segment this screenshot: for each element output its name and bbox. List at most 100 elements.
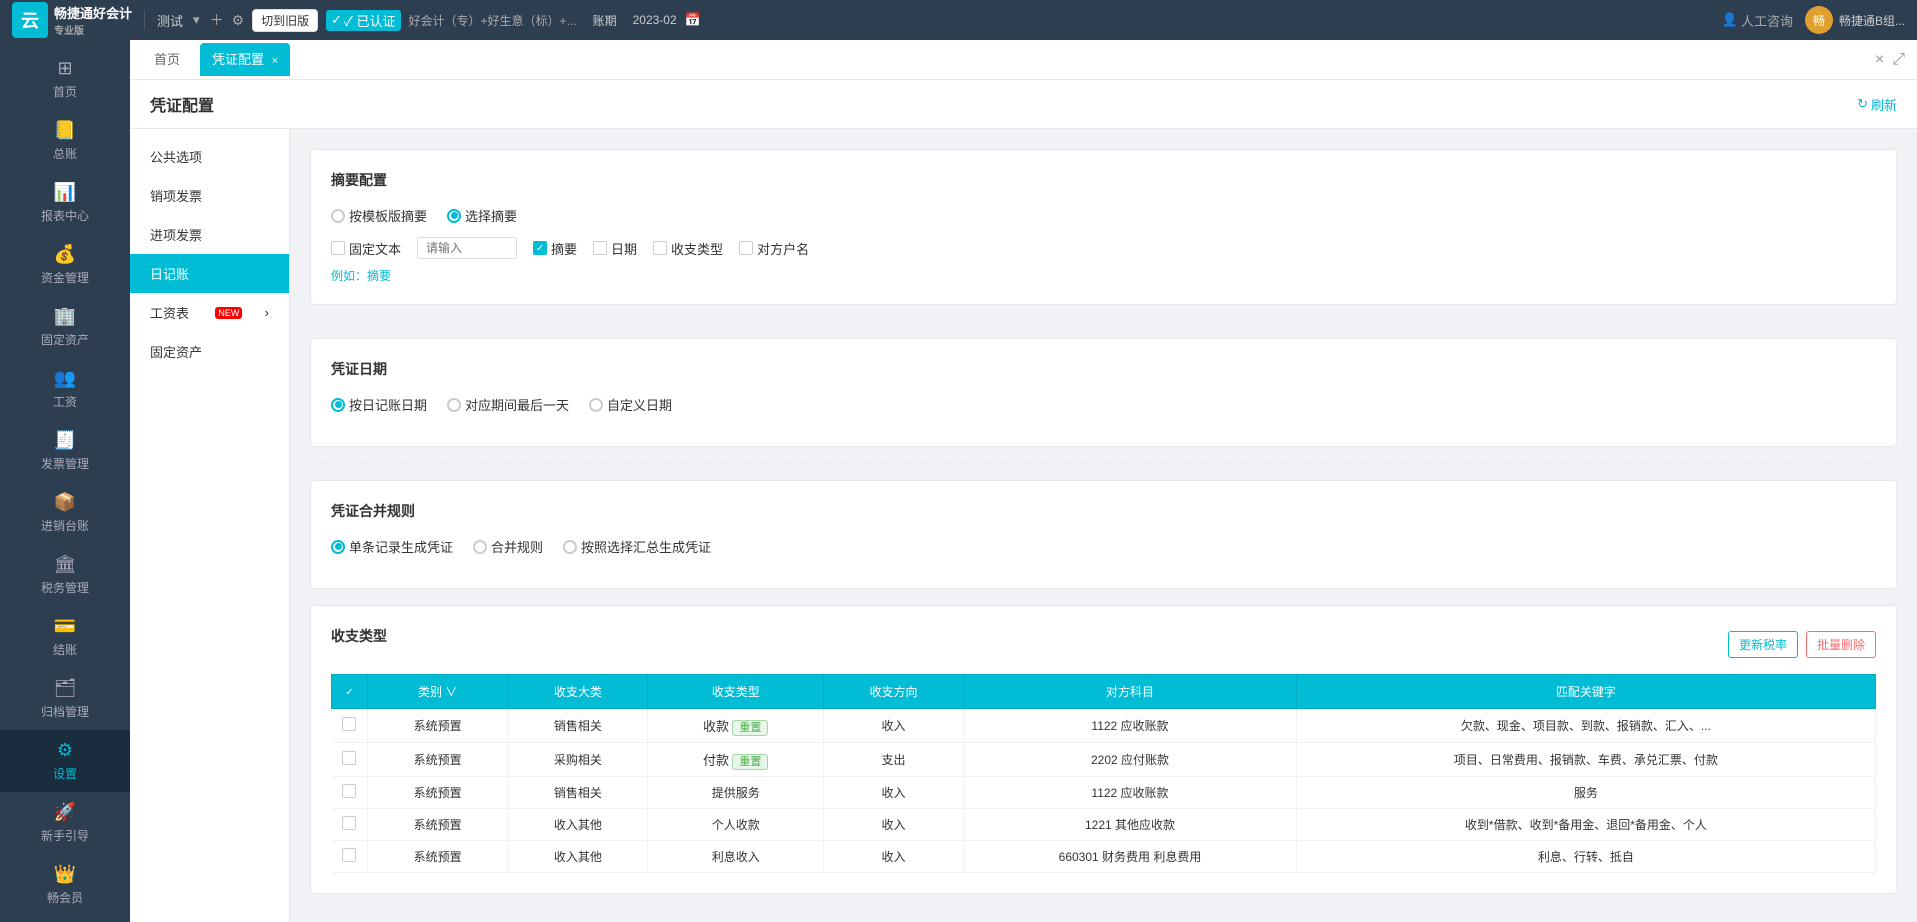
sidebar-item-member[interactable]: 👑 畅会员 xyxy=(0,854,130,916)
salary-icon: 👥 xyxy=(54,368,76,389)
customer-service-button[interactable]: 👤 人工咨询 xyxy=(1722,11,1793,30)
sidebar-item-fixed-assets[interactable]: 🏢 固定资产 xyxy=(0,296,130,358)
row4-category: 系统预置 xyxy=(368,809,508,841)
sidebar-item-settings[interactable]: ⚙ 设置 xyxy=(0,730,130,792)
sidebar-label-salary: 工资 xyxy=(53,393,77,410)
row2-subject: 2202 应付账款 xyxy=(964,743,1297,777)
checkbox-date[interactable]: 日期 xyxy=(593,239,637,258)
voucher-merge-radio-group: 单条记录生成凭证 合并规则 按照选择汇总生成凭证 xyxy=(331,537,1876,556)
sidebar-label-invoice-mgmt: 发票管理 xyxy=(41,455,89,472)
checkbox-summary[interactable]: ✓ 摘要 xyxy=(533,239,577,258)
radio-single[interactable]: 单条记录生成凭证 xyxy=(331,537,453,556)
reset-tag-row1[interactable]: 重置 xyxy=(732,720,768,736)
sidebar-item-home[interactable]: ⊞ 首页 xyxy=(0,48,130,110)
summary-radio-group: 按模板版摘要 选择摘要 xyxy=(331,206,1876,225)
checkbox-box-counterpart xyxy=(739,241,753,255)
radio-custom-date[interactable]: 自定义日期 xyxy=(589,395,672,414)
dropdown-arrow-icon[interactable]: ▾ xyxy=(193,12,200,28)
calendar-icon[interactable]: 📅 xyxy=(685,12,701,28)
switch-version-button[interactable]: 切到旧版 xyxy=(252,9,318,32)
radio-journal-date[interactable]: 按日记账日期 xyxy=(331,395,427,414)
batch-delete-button[interactable]: 批量删除 xyxy=(1806,631,1876,658)
sidebar-item-ledger[interactable]: 📒 总账 xyxy=(0,110,130,172)
gear-icon[interactable]: ⚙ xyxy=(232,12,245,29)
row2-main-type: 采购相关 xyxy=(508,743,648,777)
new-badge: NEW xyxy=(215,307,242,319)
row2-keywords: 项目、日常费用、报销款、车费、承兑汇票、付款 xyxy=(1296,743,1875,777)
avatar: 畅 xyxy=(1805,6,1833,34)
sidebar-item-salary[interactable]: 👥 工资 xyxy=(0,358,130,420)
tab-bar: 首页 凭证配置 × × ⤢ xyxy=(130,40,1917,80)
left-nav-journal[interactable]: 日记账 xyxy=(130,254,289,293)
sidebar-item-archive[interactable]: 🗂 归档管理 xyxy=(0,668,130,730)
fixed-text-input[interactable] xyxy=(417,237,517,259)
sidebar-item-settlement[interactable]: 💳 结账 xyxy=(0,606,130,668)
period-value[interactable]: 2023-02 xyxy=(633,13,677,27)
row1-keywords: 欠款、现金、项目款、到款、报销款、汇入、... xyxy=(1296,709,1875,743)
fixed-assets-icon: 🏢 xyxy=(54,306,76,327)
left-nav-purchase-invoice[interactable]: 进项发票 xyxy=(130,215,289,254)
current-company[interactable]: 测试 xyxy=(157,11,183,30)
sidebar-item-invoice-mgmt[interactable]: 🧾 发票管理 xyxy=(0,420,130,482)
checkbox-counterpart[interactable]: 对方户名 xyxy=(739,239,809,258)
checkbox-label-counterpart: 对方户名 xyxy=(757,239,809,258)
row5-sub-type: 利息收入 xyxy=(648,841,823,873)
sidebar-item-reports[interactable]: 📊 报表中心 xyxy=(0,172,130,234)
row5-subject: 660301 财务费用 利息费用 xyxy=(964,841,1297,873)
invoice-mgmt-icon: 🧾 xyxy=(54,430,76,451)
row4-keywords: 收到*借款、收到*备用金、退回*备用金、个人 xyxy=(1296,809,1875,841)
row4-checkbox[interactable] xyxy=(332,809,368,841)
header-checkbox[interactable]: ✓ xyxy=(343,685,357,699)
radio-select-merge[interactable]: 按照选择汇总生成凭证 xyxy=(563,537,711,556)
row3-checkbox[interactable] xyxy=(332,777,368,809)
sidebar-label-purchase-sales: 进销台账 xyxy=(41,517,89,534)
home-icon: ⊞ xyxy=(57,58,72,79)
left-nav-fixed-assets[interactable]: 固定资产 xyxy=(130,332,289,371)
checkbox-fixed-text[interactable]: 固定文本 xyxy=(331,239,401,258)
tab-close-icon[interactable]: × xyxy=(272,55,278,67)
divider-2 xyxy=(310,463,1897,464)
sidebar-item-funds[interactable]: 💰 资金管理 xyxy=(0,234,130,296)
maximize-icon[interactable]: ⤢ xyxy=(1892,51,1905,69)
tab-home[interactable]: 首页 xyxy=(142,43,192,76)
logo-sub: 专业版 xyxy=(54,22,132,37)
certified-tag: ✓ ✓ 已认证 xyxy=(326,10,400,31)
reset-tag-row2[interactable]: 重置 xyxy=(732,754,768,770)
left-nav-public[interactable]: 公共选项 xyxy=(130,137,289,176)
row5-checkbox[interactable] xyxy=(332,841,368,873)
row1-checkbox[interactable] xyxy=(332,709,368,743)
row2-category: 系统预置 xyxy=(368,743,508,777)
row3-subject: 1122 应收账款 xyxy=(964,777,1297,809)
left-nav-sales-invoice[interactable]: 销项发票 xyxy=(130,176,289,215)
radio-period-last[interactable]: 对应期间最后一天 xyxy=(447,395,569,414)
right-content: 摘要配置 按模板版摘要 选择摘要 xyxy=(290,129,1917,922)
checkbox-income-type[interactable]: 收支类型 xyxy=(653,239,723,258)
row2-sub-type: 付款 重置 xyxy=(648,743,823,777)
sidebar-label-tax: 税务管理 xyxy=(41,579,89,596)
update-tax-rate-button[interactable]: 更新税率 xyxy=(1728,631,1798,658)
row3-direction: 收入 xyxy=(823,777,963,809)
row5-direction: 收入 xyxy=(823,841,963,873)
period-label: 账期 xyxy=(593,12,617,29)
row2-checkbox[interactable] xyxy=(332,743,368,777)
table-row: 系统预置 采购相关 付款 重置 支出 2202 应付账款 项目、日常费用、报销款… xyxy=(332,743,1876,777)
checkbox-label-date: 日期 xyxy=(611,239,637,258)
sidebar-item-tax[interactable]: 🏛 税务管理 xyxy=(0,544,130,606)
radio-template-summary[interactable]: 按模板版摘要 xyxy=(331,206,427,225)
row3-category: 系统预置 xyxy=(368,777,508,809)
radio-label-period-last: 对应期间最后一天 xyxy=(465,395,569,414)
sidebar-item-guide[interactable]: 🚀 新手引导 xyxy=(0,792,130,854)
close-window-icon[interactable]: × xyxy=(1875,51,1884,69)
th-keywords: 匹配关键字 xyxy=(1296,675,1875,709)
checkbox-label-fixed-text: 固定文本 xyxy=(349,239,401,258)
radio-merge-rule[interactable]: 合并规则 xyxy=(473,537,543,556)
left-nav-wage-table[interactable]: 工资表 NEW › xyxy=(130,293,289,332)
radio-select-summary[interactable]: 选择摘要 xyxy=(447,206,517,225)
row4-main-type: 收入其他 xyxy=(508,809,648,841)
user-info: 畅 畅捷通B组... xyxy=(1805,6,1905,34)
radio-label-select-merge: 按照选择汇总生成凭证 xyxy=(581,537,711,556)
sidebar-item-purchase-sales[interactable]: 📦 进销台账 xyxy=(0,482,130,544)
tab-voucher-config[interactable]: 凭证配置 × xyxy=(200,43,290,76)
add-icon[interactable]: ＋ xyxy=(210,10,224,30)
refresh-button[interactable]: ↻ 刷新 xyxy=(1857,95,1897,114)
